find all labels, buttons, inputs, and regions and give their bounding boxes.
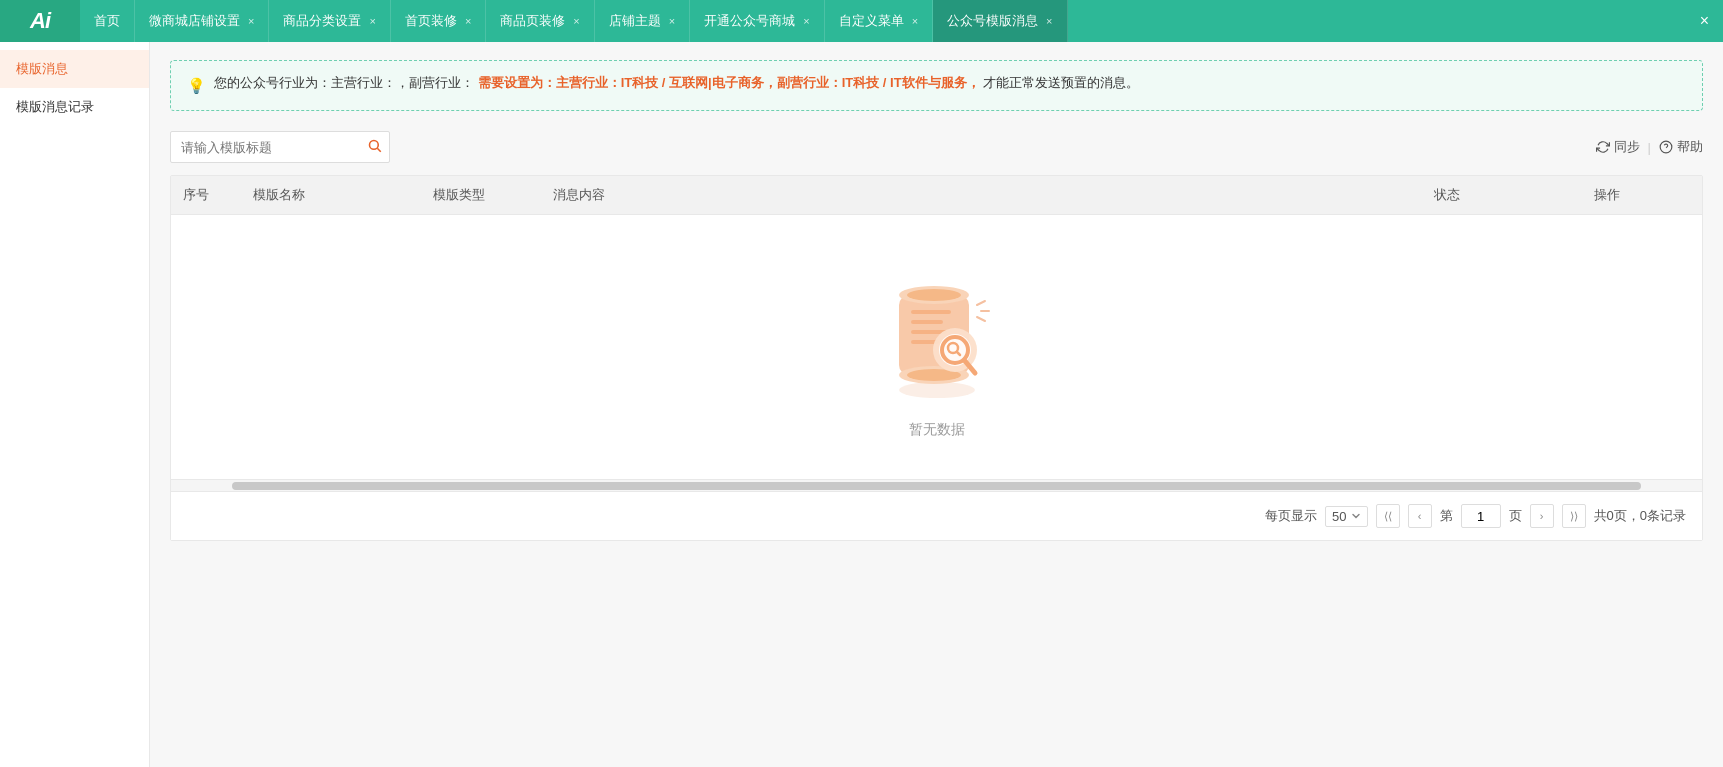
help-button[interactable]: 帮助 [1659,138,1703,156]
scrollbar-track [171,480,1702,491]
svg-rect-10 [911,320,943,324]
help-label: 帮助 [1677,138,1703,156]
close-icon[interactable]: × [803,15,809,27]
per-page-label: 每页显示 [1265,507,1317,525]
close-icon[interactable]: × [573,15,579,27]
svg-point-3 [899,382,975,398]
empty-state: 暂无数据 [171,215,1702,479]
scrollbar-thumb[interactable] [232,482,1641,490]
notice-prefix: 您的公众号行业为：主营行业：，副营行业： [214,75,474,90]
table-header: 序号 模版名称 模版类型 消息内容 状态 操作 [171,176,1702,215]
notice-suffix: 才能正常发送预置的消息。 [983,75,1139,90]
nav-tab-home-label: 首页 [94,12,120,30]
close-icon[interactable]: × [1046,15,1052,27]
nav-tab-product-page-label: 商品页装修 [500,12,565,30]
search-button[interactable] [367,138,382,156]
prev-page-button[interactable]: ‹ [1408,504,1432,528]
page-unit: 页 [1509,507,1522,525]
sidebar-item-template-msg[interactable]: 模版消息 [0,50,149,88]
main-content: 💡 您的公众号行业为：主营行业：，副营行业： 需要设置为：主营行业：IT科技 /… [150,42,1723,767]
sidebar-item-template-msg-label: 模版消息 [16,61,68,76]
pagination: 每页显示 50 ⟨⟨ ‹ 第 页 › ⟩⟩ 共0页，0条记录 [171,491,1702,540]
search-input-wrap [170,131,390,163]
nav-tab-menu[interactable]: 自定义菜单 × [825,0,933,42]
page-total: 共0页，0条记录 [1594,507,1686,525]
nav-tab-theme[interactable]: 店铺主题 × [595,0,690,42]
nav-tab-category[interactable]: 商品分类设置 × [269,0,390,42]
empty-text: 暂无数据 [909,421,965,439]
notice-text: 您的公众号行业为：主营行业：，副营行业： 需要设置为：主营行业：IT科技 / 互… [214,73,1139,94]
svg-line-21 [977,317,985,321]
nav-tab-mall[interactable]: 开通公众号商城 × [690,0,824,42]
col-status: 状态 [1422,176,1582,214]
close-icon[interactable]: × [369,15,375,27]
search-left [170,131,390,163]
nav-tab-category-label: 商品分类设置 [283,12,361,30]
sync-label: 同步 [1614,138,1640,156]
svg-point-6 [907,289,961,301]
col-type: 模版类型 [421,176,541,214]
next-page-button[interactable]: › [1530,504,1554,528]
sync-button[interactable]: 同步 [1596,138,1640,156]
nav-tab-template-msg[interactable]: 公众号模版消息 × [933,0,1067,42]
close-icon[interactable]: × [669,15,675,27]
page-label: 第 [1440,507,1453,525]
main-layout: 模版消息 模版消息记录 💡 您的公众号行业为：主营行业：，副营行业： 需要设置为… [0,42,1723,767]
col-index: 序号 [171,176,241,214]
nav-tab-home[interactable]: 首页 [80,0,135,42]
notice-highlight: 需要设置为：主营行业：IT科技 / 互联网|电子商务，副营行业：IT科技 / I… [478,75,980,90]
divider: | [1648,140,1651,155]
search-right: 同步 | 帮助 [1596,138,1703,156]
nav-tab-homepage[interactable]: 首页装修 × [391,0,486,42]
sidebar-item-template-msg-record-label: 模版消息记录 [16,99,94,114]
per-page-value: 50 [1332,509,1346,524]
nav-tab-homepage-label: 首页装修 [405,12,457,30]
notice-banner: 💡 您的公众号行业为：主营行业：，副营行业： 需要设置为：主营行业：IT科技 /… [170,60,1703,111]
nav-tab-menu-label: 自定义菜单 [839,12,904,30]
last-page-button[interactable]: ⟩⟩ [1562,504,1586,528]
close-icon[interactable]: × [465,15,471,27]
close-icon[interactable]: × [912,15,918,27]
nav-tab-shop-settings-label: 微商城店铺设置 [149,12,240,30]
col-content: 消息内容 [541,176,1422,214]
sidebar: 模版消息 模版消息记录 [0,42,150,767]
svg-point-0 [370,141,379,150]
top-nav: Ai 首页 微商城店铺设置 × 商品分类设置 × 首页装修 × 商品页装修 × … [0,0,1723,42]
col-name: 模版名称 [241,176,421,214]
notice-icon: 💡 [187,74,206,98]
sidebar-item-template-msg-record[interactable]: 模版消息记录 [0,88,149,126]
nav-tab-theme-label: 店铺主题 [609,12,661,30]
nav-tab-mall-label: 开通公众号商城 [704,12,795,30]
close-all-button[interactable]: × [1686,0,1723,42]
page-input[interactable] [1461,504,1501,528]
data-table: 序号 模版名称 模版类型 消息内容 状态 操作 [170,175,1703,541]
close-icon[interactable]: × [248,15,254,27]
per-page-select[interactable]: 50 [1325,506,1367,527]
col-action: 操作 [1582,176,1702,214]
search-bar: 同步 | 帮助 [170,131,1703,163]
search-input[interactable] [170,131,390,163]
svg-line-19 [977,301,985,305]
first-page-button[interactable]: ⟨⟨ [1376,504,1400,528]
nav-logo: Ai [0,0,80,42]
nav-tab-shop-settings[interactable]: 微商城店铺设置 × [135,0,269,42]
svg-rect-9 [911,310,951,314]
nav-tab-template-msg-label: 公众号模版消息 [947,12,1038,30]
horizontal-scrollbar[interactable] [171,479,1702,491]
nav-tab-product-page[interactable]: 商品页装修 × [486,0,594,42]
empty-illustration [877,275,997,405]
svg-line-1 [377,148,380,151]
